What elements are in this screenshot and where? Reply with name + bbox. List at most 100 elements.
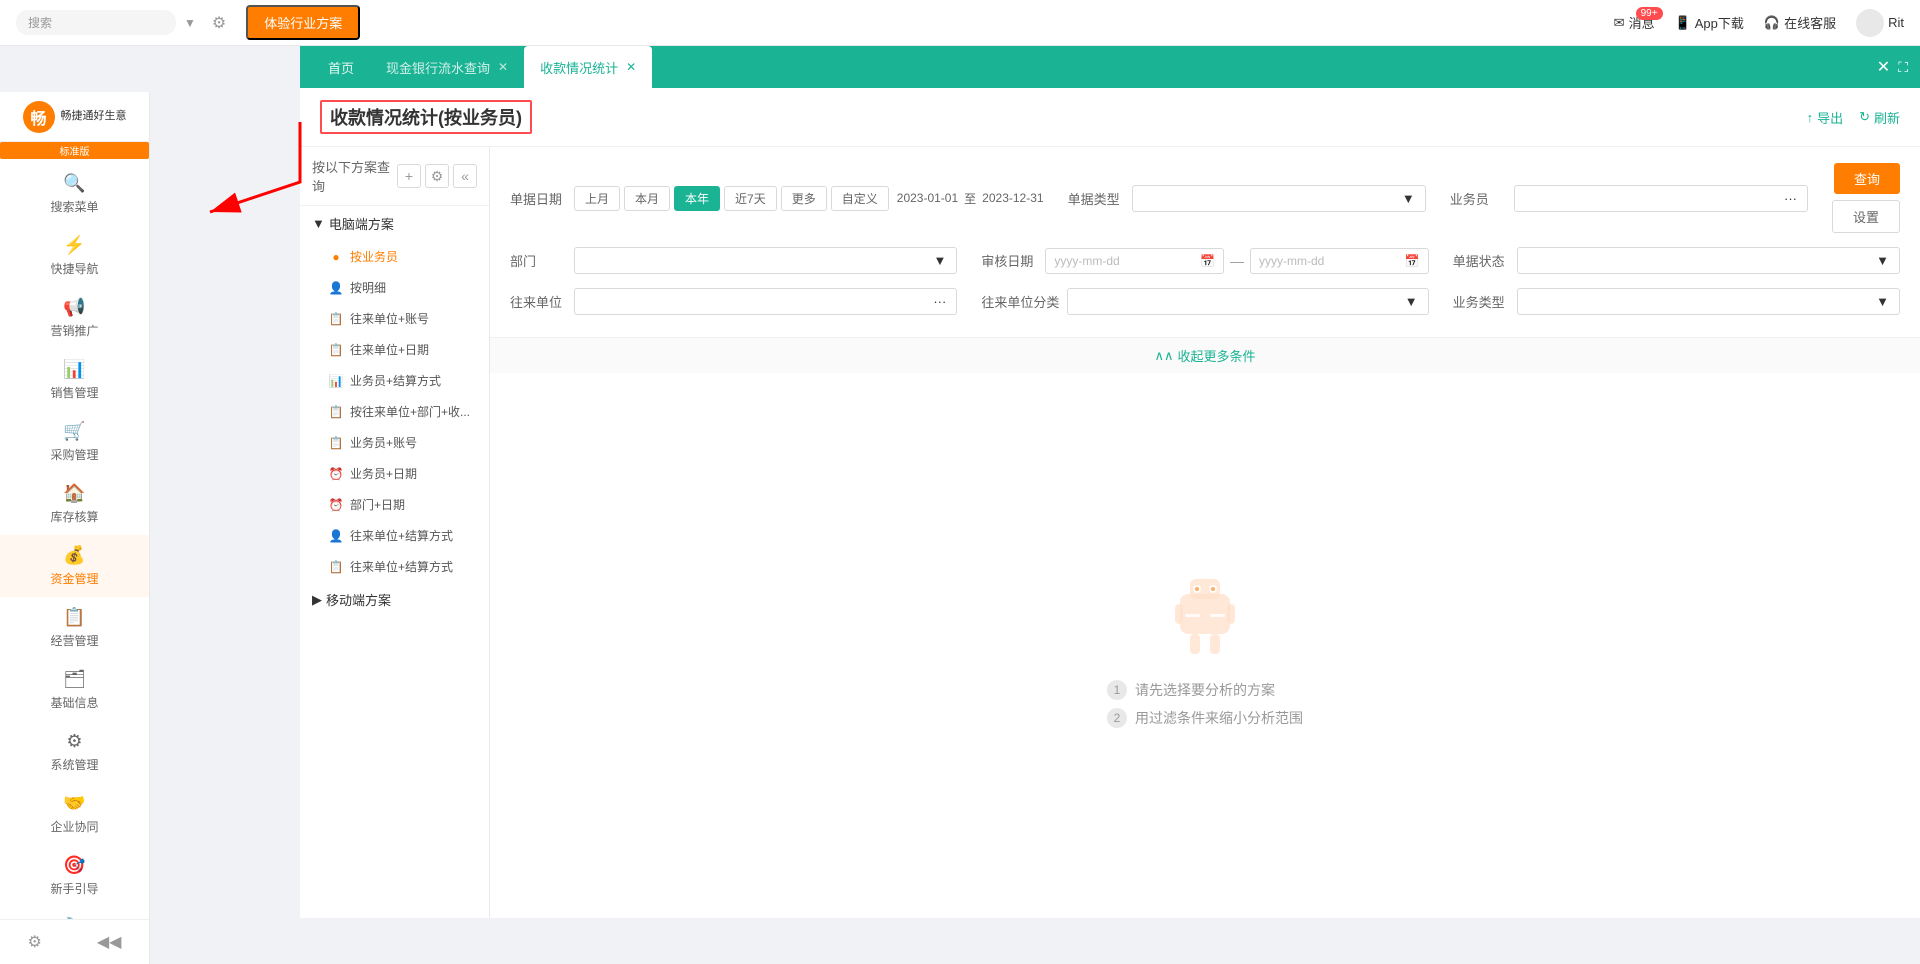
page-content: 收款情况统计(按业务员) ↑ 导出 ↻ 刷新 按以下 bbox=[300, 88, 1920, 918]
sidebar-item-enterprise[interactable]: 🤝 企业协同 bbox=[0, 783, 149, 845]
scheme-by-salesman-label: 按业务员 bbox=[350, 248, 398, 265]
sidebar-item-business[interactable]: 📋 经营管理 bbox=[0, 597, 149, 659]
scheme-by-salesman-settle-label: 业务员+结算方式 bbox=[350, 372, 441, 389]
scheme-panel-actions: + ⚙ « bbox=[397, 164, 477, 188]
export-btn[interactable]: ↑ 导出 bbox=[1807, 108, 1844, 127]
tab-receipt-stats[interactable]: 收款情况统计 ✕ bbox=[524, 46, 652, 88]
tab-home[interactable]: 首页 bbox=[312, 46, 370, 88]
purchase-icon: 🛒 bbox=[63, 421, 85, 442]
collapse-more-label: 收起更多条件 bbox=[1178, 346, 1256, 365]
biz-type-select[interactable]: ▼ bbox=[1517, 288, 1900, 315]
user-avatar[interactable]: Rit bbox=[1856, 9, 1904, 37]
scheme-item-by-salesman[interactable]: ● 按业务员 bbox=[300, 241, 489, 272]
scheme-group-arrow: ▼ bbox=[312, 216, 325, 231]
scheme-unit-account-icon: 📋 bbox=[328, 311, 344, 327]
sidebar-item-finance[interactable]: 💰 资金管理 bbox=[0, 535, 149, 597]
audit-date-dash: — bbox=[1230, 253, 1244, 269]
sidebar-item-sales[interactable]: 📊 销售管理 bbox=[0, 349, 149, 411]
marketing-icon: 📢 bbox=[63, 297, 85, 318]
sidebar: 畅 畅捷通好生意 标准版 🔍 搜索菜单 ⚡ 快捷导航 📢 营销推广 📊 销售管理 bbox=[0, 92, 150, 964]
date-btn-custom[interactable]: 自定义 bbox=[831, 186, 889, 211]
salesman-select[interactable]: ··· bbox=[1514, 185, 1808, 212]
top-bar-gear-icon[interactable]: ⚙ bbox=[212, 13, 226, 33]
sidebar-collapse-btn[interactable]: ◀◀ bbox=[89, 928, 130, 956]
scheme-by-unit-account-label: 往来单位+账号 bbox=[350, 310, 429, 327]
audit-date-to-input[interactable]: yyyy-mm-dd 📅 bbox=[1250, 248, 1429, 274]
doc-type-select[interactable]: ▼ bbox=[1132, 185, 1426, 212]
sidebar-item-purchase[interactable]: 🛒 采购管理 bbox=[0, 411, 149, 473]
scheme-item-by-salesman-account[interactable]: 📋 业务员+账号 bbox=[300, 427, 489, 458]
doc-status-select[interactable]: ▼ bbox=[1517, 247, 1900, 274]
refresh-label: 刷新 bbox=[1874, 108, 1900, 127]
trial-btn[interactable]: 体验行业方案 bbox=[246, 5, 360, 40]
tab-bar-close-icon[interactable]: ✕ bbox=[1877, 57, 1890, 77]
tab-bar-right: ✕ ⛶ bbox=[1877, 57, 1908, 77]
finance-icon: 💰 bbox=[63, 545, 85, 566]
query-btn[interactable]: 查询 bbox=[1834, 163, 1900, 194]
sidebar-item-hardware[interactable]: 🔧 智能硬件 bbox=[0, 907, 149, 919]
refresh-btn[interactable]: ↻ 刷新 bbox=[1859, 108, 1900, 127]
biz-type-field: 业务类型 ▼ bbox=[1453, 288, 1900, 315]
scheme-by-dept-date-label: 部门+日期 bbox=[350, 496, 405, 513]
scheme-detail-icon: 👤 bbox=[328, 280, 344, 296]
sidebar-item-marketing[interactable]: 📢 营销推广 bbox=[0, 287, 149, 349]
tab-bar: 首页 现金银行流水查询 ✕ 收款情况统计 ✕ ✕ ⛶ bbox=[300, 46, 1920, 88]
tab-receipt-stats-close[interactable]: ✕ bbox=[626, 60, 636, 74]
date-btn-this-month[interactable]: 本月 bbox=[624, 186, 670, 211]
setting-btn[interactable]: 设置 bbox=[1832, 200, 1900, 233]
partner-type-select[interactable]: ▼ bbox=[1067, 288, 1428, 315]
sidebar-sales-label: 销售管理 bbox=[50, 384, 98, 401]
sidebar-item-search[interactable]: 🔍 搜索菜单 bbox=[0, 163, 149, 225]
scheme-item-by-salesman-date[interactable]: ⏰ 业务员+日期 bbox=[300, 458, 489, 489]
empty-step-1: 1 请先选择要分析的方案 bbox=[1107, 680, 1303, 700]
scheme-salesman-date-icon: ⏰ bbox=[328, 466, 344, 482]
date-btn-more[interactable]: 更多 bbox=[781, 186, 827, 211]
scheme-group-mobile[interactable]: ▶ 移动端方案 bbox=[300, 582, 489, 617]
tab-bank-flow-close[interactable]: ✕ bbox=[498, 60, 508, 74]
date-field: 单据日期 上月 本月 本年 近7天 更多 自定义 bbox=[510, 186, 1044, 211]
sidebar-item-basic[interactable]: 🗂 基础信息 bbox=[0, 659, 149, 721]
collapse-more-btn[interactable]: ∧∧ 收起更多条件 bbox=[490, 337, 1920, 373]
scheme-group-pc[interactable]: ▼ 电脑端方案 bbox=[300, 206, 489, 241]
scheme-item-by-dept-date[interactable]: ⏰ 部门+日期 bbox=[300, 489, 489, 520]
scheme-item-by-unit-account[interactable]: 📋 往来单位+账号 bbox=[300, 303, 489, 334]
online-service-btn[interactable]: 🎧 在线客服 bbox=[1764, 13, 1836, 32]
tab-bar-expand-icon[interactable]: ⛶ bbox=[1898, 59, 1908, 76]
step-1-num: 1 bbox=[1107, 680, 1127, 700]
scheme-item-by-unit-settle2[interactable]: 📋 往来单位+结算方式 bbox=[300, 551, 489, 582]
sidebar-settings-btn[interactable]: ⚙ bbox=[20, 928, 50, 956]
app-download-btn[interactable]: 📱 App下载 bbox=[1675, 13, 1744, 32]
basic-icon: 🗂 bbox=[63, 669, 86, 690]
date-btn-this-year[interactable]: 本年 bbox=[674, 186, 720, 211]
tab-bank-flow[interactable]: 现金银行流水查询 ✕ bbox=[370, 46, 524, 88]
scheme-item-by-salesman-settle[interactable]: 📊 业务员+结算方式 bbox=[300, 365, 489, 396]
scheme-item-by-unit-settle1[interactable]: 👤 往来单位+结算方式 bbox=[300, 520, 489, 551]
sidebar-item-system[interactable]: ⚙ 系统管理 bbox=[0, 721, 149, 783]
date-btn-7days[interactable]: 近7天 bbox=[724, 186, 777, 211]
top-bar-dropdown-icon[interactable]: ▼ bbox=[184, 16, 196, 30]
audit-date-from-input[interactable]: yyyy-mm-dd 📅 bbox=[1045, 248, 1224, 274]
calendar-to-icon: 📅 bbox=[1405, 254, 1420, 268]
query-form: 单据日期 上月 本月 本年 近7天 更多 自定义 bbox=[490, 147, 1920, 337]
messages-btn[interactable]: ✉ 消息 99+ bbox=[1614, 13, 1655, 32]
scheme-setting-btn[interactable]: ⚙ bbox=[425, 164, 449, 188]
scheme-item-by-detail[interactable]: 👤 按明细 bbox=[300, 272, 489, 303]
partner-select[interactable]: ··· bbox=[574, 288, 957, 315]
sidebar-item-guide[interactable]: 🎯 新手引导 bbox=[0, 845, 149, 907]
sidebar-item-quick-nav[interactable]: ⚡ 快捷导航 bbox=[0, 225, 149, 287]
scheme-item-by-unit-dept[interactable]: 📋 按往来单位+部门+收... bbox=[300, 396, 489, 427]
scheme-panel-header-label: 按以下方案查询 bbox=[312, 157, 397, 195]
sidebar-bottom: ⚙ ◀◀ bbox=[0, 919, 149, 964]
sidebar-nav: 🔍 搜索菜单 ⚡ 快捷导航 📢 营销推广 📊 销售管理 🛒 采购管理 🏠 bbox=[0, 159, 149, 919]
dept-select[interactable]: ▼ bbox=[574, 247, 957, 274]
date-to: 2023-12-31 bbox=[982, 191, 1043, 205]
audit-date-range: yyyy-mm-dd 📅 — yyyy-mm-dd 📅 bbox=[1045, 248, 1428, 274]
date-btn-last-month[interactable]: 上月 bbox=[574, 186, 620, 211]
scheme-add-btn[interactable]: + bbox=[397, 164, 421, 188]
scheme-collapse-btn[interactable]: « bbox=[453, 164, 477, 188]
scheme-salesman-account-icon: 📋 bbox=[328, 435, 344, 451]
scheme-item-by-unit-date[interactable]: 📋 往来单位+日期 bbox=[300, 334, 489, 365]
sidebar-item-inventory[interactable]: 🏠 库存核算 bbox=[0, 473, 149, 535]
sidebar-quick-nav-label: 快捷导航 bbox=[50, 260, 98, 277]
top-search-box[interactable]: 搜索 bbox=[16, 10, 176, 35]
